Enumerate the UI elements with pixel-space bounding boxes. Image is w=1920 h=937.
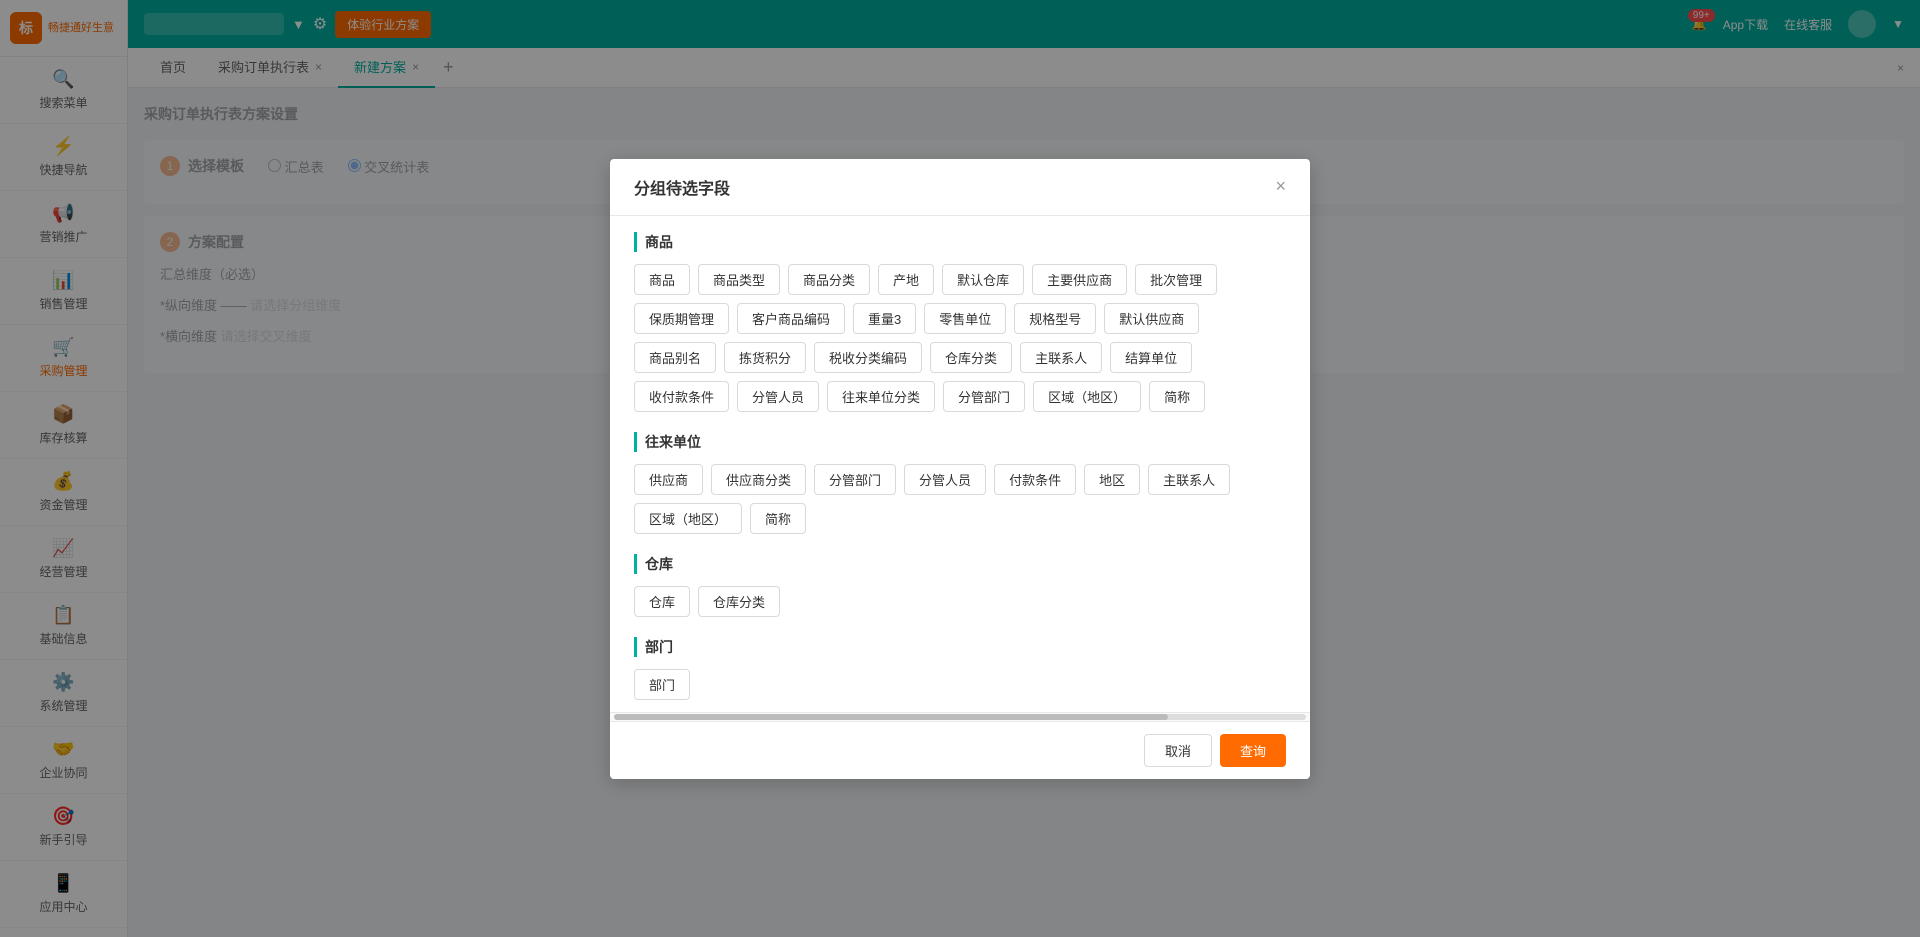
modal-title: 分组待选字段	[634, 175, 730, 199]
content-area: 采购订单执行表方案设置 1 选择模板 汇总表 交叉统计表	[128, 88, 1920, 937]
warehouse-section-title: 仓库	[634, 554, 1286, 574]
field-tag-payment-terms[interactable]: 收付款条件	[634, 381, 729, 412]
partner-section-title: 往来单位	[634, 432, 1286, 452]
field-tag-customer-goods-code[interactable]: 客户商品编码	[737, 303, 845, 334]
field-tag-mgmt-dept[interactable]: 分管部门	[943, 381, 1025, 412]
field-tag-main-supplier[interactable]: 主要供应商	[1032, 264, 1127, 295]
field-tag-partner-main-contact[interactable]: 主联系人	[1148, 464, 1230, 495]
field-tag-goods-alias[interactable]: 商品别名	[634, 342, 716, 373]
modal-horizontal-scrollbar[interactable]	[610, 712, 1310, 721]
modal-body: 商品 商品 商品类型 商品分类 产地 默认仓库 主要供应商 批次管理 保质期管理	[610, 216, 1310, 712]
field-tag-payment-condition[interactable]: 付款条件	[994, 464, 1076, 495]
field-tag-tax-category-code[interactable]: 税收分类编码	[814, 342, 922, 373]
goods-section: 商品 商品 商品类型 商品分类 产地 默认仓库 主要供应商 批次管理 保质期管理	[634, 232, 1286, 412]
modal-header: 分组待选字段 ×	[610, 159, 1310, 216]
warehouse-field-list: 仓库 仓库分类	[634, 586, 1286, 617]
department-field-list: 部门	[634, 669, 1286, 700]
partner-section: 往来单位 供应商 供应商分类 分管部门 分管人员 付款条件 地区 主联系人 区域…	[634, 432, 1286, 534]
field-tag-goods[interactable]: 商品	[634, 264, 690, 295]
field-tag-rake-points[interactable]: 拣货积分	[724, 342, 806, 373]
field-tag-shelf-life-mgmt[interactable]: 保质期管理	[634, 303, 729, 334]
field-tag-supervisor[interactable]: 分管人员	[737, 381, 819, 412]
field-tag-goods-category[interactable]: 商品分类	[788, 264, 870, 295]
field-tag-supplier-category[interactable]: 供应商分类	[711, 464, 806, 495]
field-tag-inter-unit-category[interactable]: 往来单位分类	[827, 381, 935, 412]
cancel-button[interactable]: 取消	[1144, 734, 1212, 767]
partner-field-list: 供应商 供应商分类 分管部门 分管人员 付款条件 地区 主联系人 区域（地区） …	[634, 464, 1286, 534]
field-selection-modal: 分组待选字段 × 商品 商品 商品类型 商品分类 产地 默认	[610, 159, 1310, 779]
field-tag-partner-region[interactable]: 区域（地区）	[634, 503, 742, 534]
field-tag-default-warehouse[interactable]: 默认仓库	[942, 264, 1024, 295]
modal-footer: 取消 查询	[610, 721, 1310, 779]
field-tag-partner-supervisor[interactable]: 分管人员	[904, 464, 986, 495]
field-tag-batch-mgmt[interactable]: 批次管理	[1135, 264, 1217, 295]
field-tag-area[interactable]: 地区	[1084, 464, 1140, 495]
field-tag-dept[interactable]: 部门	[634, 669, 690, 700]
field-tag-spec-model[interactable]: 规格型号	[1014, 303, 1096, 334]
field-tag-weight3[interactable]: 重量3	[853, 303, 916, 334]
field-tag-short-name[interactable]: 简称	[1149, 381, 1205, 412]
modal-overlay: 分组待选字段 × 商品 商品 商品类型 商品分类 产地 默认	[128, 88, 1920, 937]
field-tag-region[interactable]: 区域（地区）	[1033, 381, 1141, 412]
field-tag-default-supplier[interactable]: 默认供应商	[1104, 303, 1199, 334]
field-tag-partner-mgmt-dept[interactable]: 分管部门	[814, 464, 896, 495]
goods-field-list: 商品 商品类型 商品分类 产地 默认仓库 主要供应商 批次管理 保质期管理 客户…	[634, 264, 1286, 412]
field-tag-settlement-unit[interactable]: 结算单位	[1110, 342, 1192, 373]
field-tag-main-contact[interactable]: 主联系人	[1020, 342, 1102, 373]
goods-section-title: 商品	[634, 232, 1286, 252]
field-tag-warehouse-item[interactable]: 仓库	[634, 586, 690, 617]
department-section: 部门 部门	[634, 637, 1286, 700]
modal-close-button[interactable]: ×	[1275, 176, 1286, 197]
field-tag-partner-short-name[interactable]: 简称	[750, 503, 806, 534]
main-area: ▼ ⚙ 体验行业方案 🔔 99+ App下载 在线客服 ▼ 首页 采购订单执	[128, 0, 1920, 937]
warehouse-section: 仓库 仓库 仓库分类	[634, 554, 1286, 617]
field-tag-warehouse-cat[interactable]: 仓库分类	[698, 586, 780, 617]
field-tag-retail-unit[interactable]: 零售单位	[924, 303, 1006, 334]
field-tag-warehouse-category[interactable]: 仓库分类	[930, 342, 1012, 373]
field-tag-origin[interactable]: 产地	[878, 264, 934, 295]
department-section-title: 部门	[634, 637, 1286, 657]
field-tag-supplier[interactable]: 供应商	[634, 464, 703, 495]
field-tag-goods-type[interactable]: 商品类型	[698, 264, 780, 295]
confirm-button[interactable]: 查询	[1220, 734, 1286, 767]
